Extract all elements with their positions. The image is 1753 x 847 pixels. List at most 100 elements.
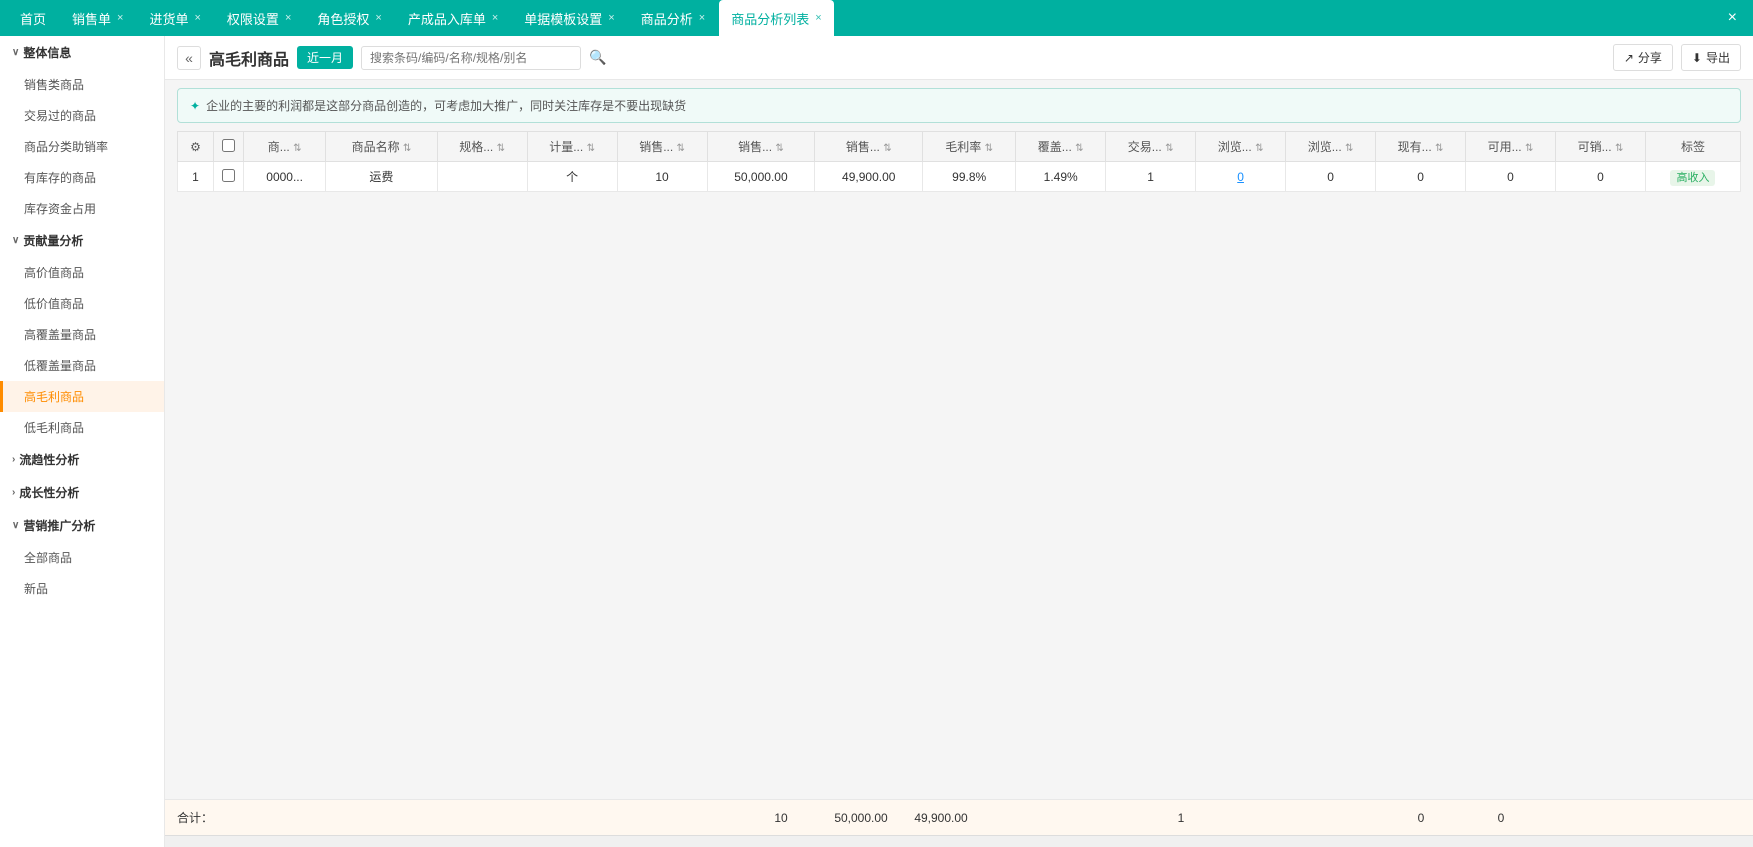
sidebar-item-high-value[interactable]: 高价值商品: [0, 257, 164, 288]
row-browse2: 0: [1286, 162, 1376, 192]
col-sales-qty[interactable]: 销售... ⇅: [617, 132, 707, 162]
row-tag[interactable]: 高收入: [1645, 162, 1740, 192]
sidebar-group-trend[interactable]: › 流趋性分析: [0, 443, 164, 476]
footer-transaction: 1: [1141, 811, 1221, 825]
nav-tab-purchase[interactable]: 进货单 ×: [137, 0, 212, 36]
row-checkbox[interactable]: [222, 169, 235, 182]
col-saleable[interactable]: 可销... ⇅: [1555, 132, 1645, 162]
table-wrapper[interactable]: ⚙ 商... ⇅ 商品名称 ⇅: [177, 131, 1741, 799]
col-current-stock[interactable]: 现有... ⇅: [1376, 132, 1466, 162]
horizontal-scrollbar[interactable]: [165, 835, 1753, 847]
sidebar-item-low-coverage[interactable]: 低覆盖量商品: [0, 350, 164, 381]
sort-icon: ⇅: [587, 143, 595, 154]
share-button[interactable]: ↗ 分享: [1613, 44, 1673, 71]
page-title: 高毛利商品: [209, 46, 289, 70]
sidebar-group-trend-label: 流趋性分析: [19, 451, 79, 468]
product-table: ⚙ 商... ⇅ 商品名称 ⇅: [177, 131, 1741, 192]
row-transaction: 1: [1106, 162, 1196, 192]
close-icon[interactable]: ×: [117, 12, 123, 24]
nav-tab-product-inbound[interactable]: 产成品入库单 ×: [396, 0, 510, 36]
sort-icon: ⇅: [1435, 143, 1443, 154]
col-coverage[interactable]: 覆盖... ⇅: [1016, 132, 1106, 162]
row-available: 0: [1466, 162, 1556, 192]
close-icon[interactable]: ×: [194, 12, 200, 24]
top-navigation: 首页 销售单 × 进货单 × 权限设置 × 角色授权 × 产成品入库单 × 单据…: [0, 0, 1753, 36]
col-browse2[interactable]: 浏览... ⇅: [1286, 132, 1376, 162]
nav-tab-purchase-label: 进货单: [149, 9, 188, 28]
nav-tab-permission[interactable]: 权限设置 ×: [215, 0, 303, 36]
sidebar-item-new-goods[interactable]: 新品: [0, 573, 164, 604]
search-button[interactable]: 🔍: [589, 49, 606, 66]
sidebar-item-sales-goods[interactable]: 销售类商品: [0, 69, 164, 100]
search-input[interactable]: [361, 46, 581, 70]
sidebar-group-marketing[interactable]: ∨ 营销推广分析: [0, 509, 164, 542]
nav-tab-template[interactable]: 单据模板设置 ×: [512, 0, 626, 36]
sidebar-item-in-stock-goods[interactable]: 有库存的商品: [0, 162, 164, 193]
sidebar-item-all-goods[interactable]: 全部商品: [0, 542, 164, 573]
info-icon: ✦: [190, 99, 200, 113]
col-tag[interactable]: 标签: [1645, 132, 1740, 162]
sidebar-item-category-rate[interactable]: 商品分类助销率: [0, 131, 164, 162]
nav-tab-role-label: 角色授权: [317, 9, 369, 28]
sidebar-item-traded-goods[interactable]: 交易过的商品: [0, 100, 164, 131]
footer-sales-amount: 50,000.00: [821, 811, 901, 825]
sort-icon: ⇅: [1615, 143, 1623, 154]
row-sales-qty: 10: [617, 162, 707, 192]
sidebar-group-overall[interactable]: ∨ 整体信息: [0, 36, 164, 69]
col-browse1[interactable]: 浏览... ⇅: [1196, 132, 1286, 162]
sidebar-group-marketing-label: 营销推广分析: [23, 517, 95, 534]
collapse-sidebar-button[interactable]: «: [177, 46, 201, 70]
nav-tab-home[interactable]: 首页: [8, 0, 58, 36]
share-label: 分享: [1638, 49, 1662, 66]
col-sales-profit[interactable]: 销售... ⇅: [815, 132, 923, 162]
sort-icon: ⇅: [1345, 143, 1353, 154]
col-transaction[interactable]: 交易... ⇅: [1106, 132, 1196, 162]
close-icon[interactable]: ×: [608, 12, 614, 24]
row-name: 运费: [326, 162, 437, 192]
footer-label: 合计：: [177, 809, 221, 826]
sidebar-item-high-margin[interactable]: 高毛利商品: [0, 381, 164, 412]
col-name[interactable]: 商品名称 ⇅: [326, 132, 437, 162]
nav-tab-template-label: 单据模板设置: [524, 9, 602, 28]
nav-tab-product-analysis[interactable]: 商品分析 ×: [629, 0, 717, 36]
nav-tab-permission-label: 权限设置: [227, 9, 279, 28]
date-filter-button[interactable]: 近一月: [297, 46, 353, 69]
col-settings[interactable]: ⚙: [178, 132, 214, 162]
sidebar-item-low-margin[interactable]: 低毛利商品: [0, 412, 164, 443]
nav-tab-sales[interactable]: 销售单 ×: [60, 0, 135, 36]
sidebar-item-low-value[interactable]: 低价值商品: [0, 288, 164, 319]
export-button[interactable]: ⬇ 导出: [1681, 44, 1741, 71]
close-icon[interactable]: ×: [815, 12, 821, 24]
col-checkbox[interactable]: [214, 132, 244, 162]
sidebar-group-growth[interactable]: › 成长性分析: [0, 476, 164, 509]
export-icon: ⬇: [1692, 51, 1702, 65]
sidebar-group-contribution[interactable]: ∨ 贡献量分析: [0, 224, 164, 257]
col-available[interactable]: 可用... ⇅: [1466, 132, 1556, 162]
row-browse1[interactable]: 0: [1196, 162, 1286, 192]
col-gross-margin[interactable]: 毛利率 ⇅: [923, 132, 1016, 162]
col-code[interactable]: 商... ⇅: [244, 132, 326, 162]
row-spec: [437, 162, 527, 192]
row-code: 0000...: [244, 162, 326, 192]
close-icon[interactable]: ×: [285, 12, 291, 24]
sidebar-item-stock-capital[interactable]: 库存资金占用: [0, 193, 164, 224]
sidebar-item-high-coverage[interactable]: 高覆盖量商品: [0, 319, 164, 350]
footer-current-stock: 0: [1381, 811, 1461, 825]
export-label: 导出: [1706, 49, 1730, 66]
sort-icon: ⇅: [1165, 143, 1173, 154]
share-icon: ↗: [1624, 51, 1634, 65]
nav-tab-role[interactable]: 角色授权 ×: [305, 0, 393, 36]
select-all-checkbox[interactable]: [222, 139, 235, 152]
col-spec[interactable]: 规格... ⇅: [437, 132, 527, 162]
nav-tab-home-label: 首页: [20, 9, 46, 28]
close-icon[interactable]: ×: [699, 12, 705, 24]
col-sales-amount[interactable]: 销售... ⇅: [707, 132, 815, 162]
nav-tab-analysis-list[interactable]: 商品分析列表 ×: [719, 0, 833, 36]
close-icon[interactable]: ×: [375, 12, 381, 24]
table-header-row: ⚙ 商... ⇅ 商品名称 ⇅: [178, 132, 1741, 162]
col-unit[interactable]: 计量... ⇅: [527, 132, 617, 162]
close-all-button[interactable]: ×: [1720, 9, 1745, 27]
row-checkbox-cell[interactable]: [214, 162, 244, 192]
close-icon[interactable]: ×: [492, 12, 498, 24]
footer-totals: 合计： 10 50,000.00 49,900.00 1 0 0: [165, 799, 1753, 835]
